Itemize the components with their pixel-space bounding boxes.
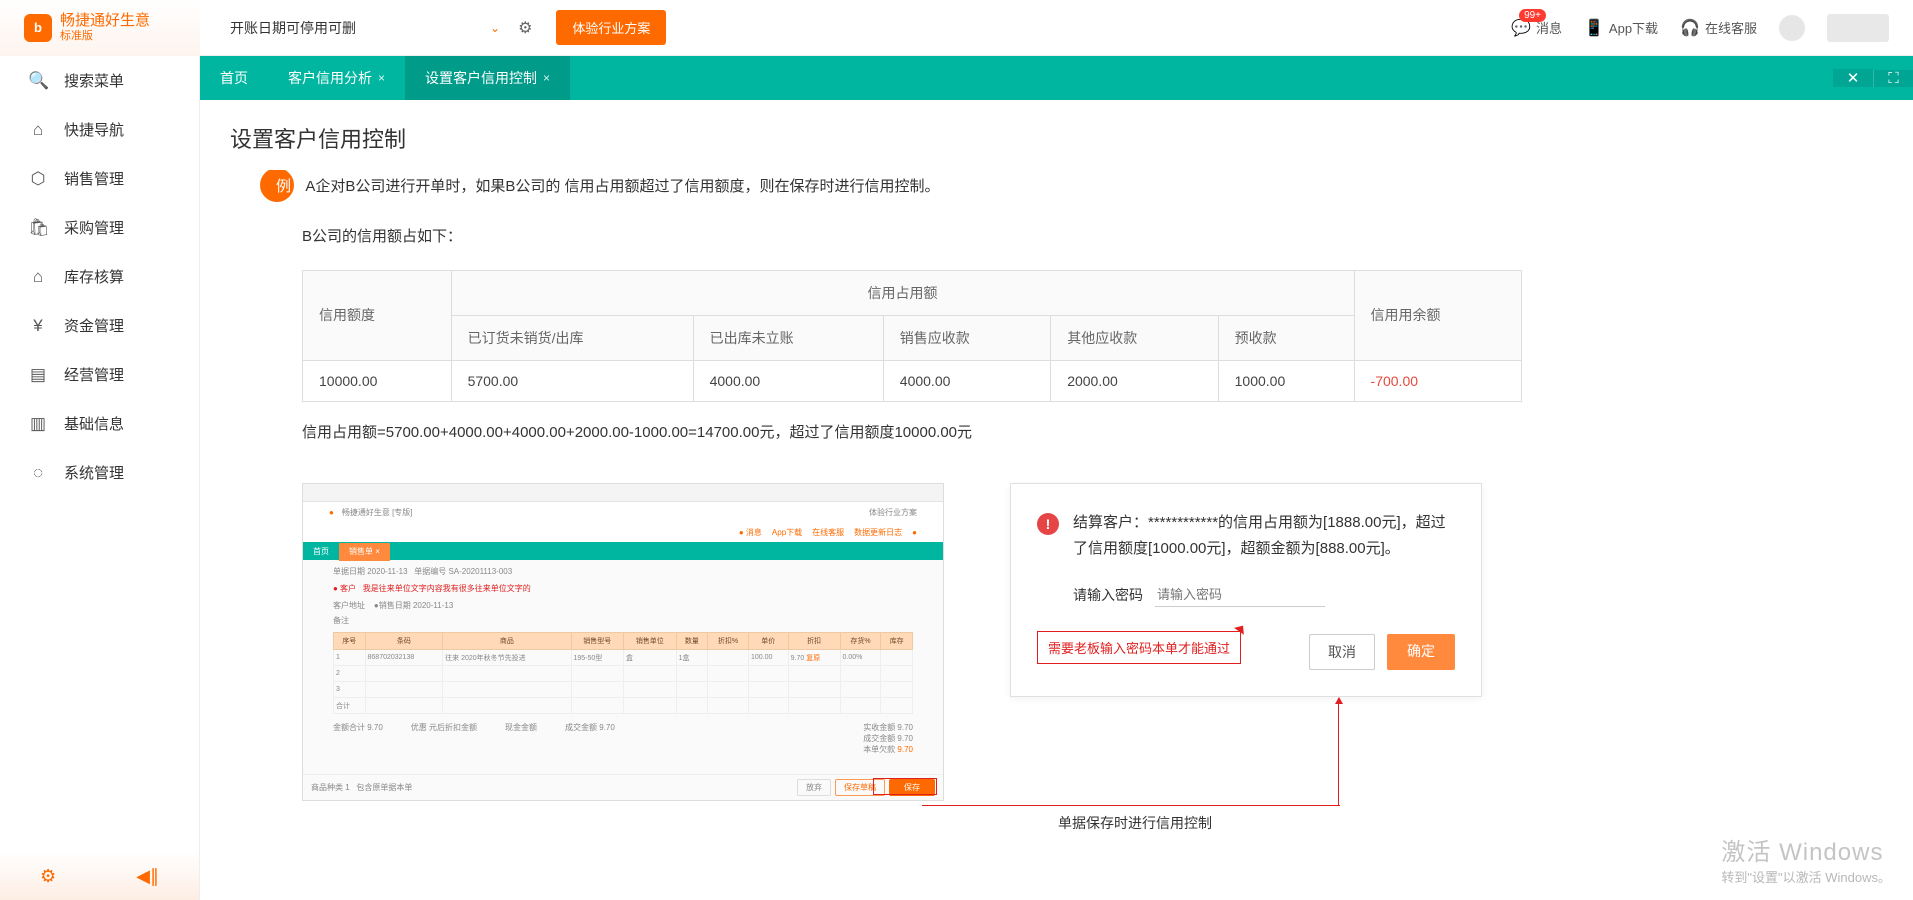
annotation-arrow: [1338, 698, 1339, 806]
table-row: 10000.00 5700.00 4000.00 4000.00 2000.00…: [303, 360, 1522, 401]
sidebar-item-funds[interactable]: ¥资金管理: [0, 301, 199, 350]
sidebar-item-baseinfo[interactable]: ▥基础信息: [0, 399, 199, 448]
th-sub-1: 已订货未销货/出库: [451, 315, 693, 360]
sidebar-item-quicknav[interactable]: ⌂快捷导航: [0, 105, 199, 154]
gear-icon[interactable]: ⚙: [518, 18, 532, 38]
chevron-down-icon: ⌄: [490, 21, 500, 35]
sidebar: 🔍搜索菜单 ⌂快捷导航 ⬡销售管理 🛍采购管理 ⌂库存核算 ¥资金管理 ▤经营管…: [0, 56, 200, 900]
tabs-fullscreen[interactable]: ⛶: [1873, 70, 1913, 87]
cancel-button[interactable]: 取消: [1309, 634, 1375, 670]
sales-icon: ⬡: [28, 169, 48, 189]
sidebar-footer: ⚙ ◀∥: [0, 852, 199, 900]
settings-icon[interactable]: ⚙: [40, 866, 56, 887]
headset-icon: 🎧: [1680, 18, 1700, 38]
th-credit-limit: 信用额度: [303, 270, 452, 360]
example-paragraph: A企对B公司进行开单时，如果B公司的 信用占用额超过了信用额度，则在保存时进行信…: [260, 170, 1869, 204]
th-occupy-group: 信用占用额: [451, 270, 1354, 315]
sidebar-item-search[interactable]: 🔍搜索菜单: [0, 56, 199, 105]
doc-icon: ▤: [28, 365, 48, 385]
dialog-note: 需要老板输入密码本单才能通过: [1037, 631, 1241, 664]
brand-edition: 标准版: [60, 30, 150, 42]
embedded-screenshot: ●畅捷通好生意 [专版] 体验行业方案 ● 消息App下载在线客服数据更新日志●…: [302, 483, 944, 801]
page-title: 设置客户信用控制: [200, 100, 1913, 170]
brand-name: 畅捷通好生意: [60, 13, 150, 30]
windows-activation-watermark: 激活 Windows 转到"设置"以激活 Windows。: [1721, 832, 1891, 886]
th-sub-4: 其他应收款: [1051, 315, 1218, 360]
th-sub-5: 预收款: [1218, 315, 1354, 360]
sidebar-item-system[interactable]: ◌系统管理: [0, 448, 199, 497]
th-balance: 信用用余额: [1354, 270, 1521, 360]
balance-cell: -700.00: [1354, 360, 1521, 401]
ring-icon: ◌: [28, 463, 48, 483]
avatar[interactable]: [1779, 15, 1805, 41]
tab-credit-settings[interactable]: 设置客户信用控制×: [405, 56, 570, 100]
formula-text: 信用占用额=5700.00+4000.00+4000.00+2000.00-10…: [260, 420, 1869, 446]
grid-icon: ▥: [28, 414, 48, 434]
main: 首页 客户信用分析× 设置客户信用控制× ✕ ⛶ 设置客户信用控制 A企对B公司…: [200, 56, 1913, 900]
home-icon: ⌂: [28, 120, 48, 140]
sidebar-item-operation[interactable]: ▤经营管理: [0, 350, 199, 399]
phone-icon: 📱: [1584, 18, 1604, 38]
close-icon[interactable]: ×: [378, 71, 385, 85]
online-service-link[interactable]: 🎧 在线客服: [1680, 18, 1757, 38]
sidebar-item-purchase[interactable]: 🛍采购管理: [0, 203, 199, 252]
brand-icon: b: [24, 14, 52, 42]
org-dropdown[interactable]: 开账日期可停用可删 ⌄: [230, 18, 500, 38]
warning-icon: !: [1037, 513, 1059, 535]
content: A企对B公司进行开单时，如果B公司的 信用占用额超过了信用额度，则在保存时进行信…: [200, 170, 1913, 900]
password-label: 请输入密码: [1073, 585, 1143, 605]
annotation-line: [922, 805, 1340, 806]
top-header: b 畅捷通好生意 标准版 开账日期可停用可删 ⌄ ⚙ 体验行业方案 💬 消息 9…: [0, 0, 1913, 56]
credit-table: 信用额度 信用占用额 信用用余额 已订货未销货/出库 已出库未立账 销售应收款 …: [302, 270, 1522, 402]
example-badge-icon: [260, 170, 294, 202]
bag-icon: 🛍: [28, 218, 48, 238]
tab-home[interactable]: 首页: [200, 56, 268, 100]
user-menu[interactable]: [1827, 14, 1889, 42]
credit-warning-dialog: ! 结算客户：************的信用占用额为[1888.00元]，超过了…: [1010, 483, 1482, 697]
annotation-caption: 单据保存时进行信用控制: [1058, 813, 1212, 833]
org-dropdown-label: 开账日期可停用可删: [230, 18, 356, 38]
sidebar-item-inventory[interactable]: ⌂库存核算: [0, 252, 199, 301]
cta-button[interactable]: 体验行业方案: [556, 10, 666, 45]
messages-link[interactable]: 💬 消息 99+: [1511, 18, 1562, 38]
logo[interactable]: b 畅捷通好生意 标准版: [0, 0, 200, 56]
th-sub-3: 销售应收款: [883, 315, 1050, 360]
sidebar-item-sales[interactable]: ⬡销售管理: [0, 154, 199, 203]
dialog-message: 结算客户：************的信用占用额为[1888.00元]，超过了信用…: [1073, 510, 1455, 561]
th-sub-2: 已出库未立账: [693, 315, 883, 360]
paragraph-2: B公司的信用额占如下：: [260, 224, 1869, 250]
password-input[interactable]: [1155, 583, 1325, 607]
collapse-icon[interactable]: ◀∥: [136, 866, 159, 887]
warehouse-icon: ⌂: [28, 267, 48, 287]
tab-credit-analysis[interactable]: 客户信用分析×: [268, 56, 405, 100]
tabs-close-all[interactable]: ✕: [1833, 69, 1873, 87]
search-icon: 🔍: [28, 71, 48, 91]
app-download-link[interactable]: 📱 App下载: [1584, 18, 1658, 38]
close-icon[interactable]: ×: [543, 71, 550, 85]
tab-bar: 首页 客户信用分析× 设置客户信用控制× ✕ ⛶: [200, 56, 1913, 100]
money-icon: ¥: [28, 316, 48, 336]
illustration-row: ●畅捷通好生意 [专版] 体验行业方案 ● 消息App下载在线客服数据更新日志●…: [302, 483, 1869, 801]
ok-button[interactable]: 确定: [1387, 634, 1455, 670]
messages-badge: 99+: [1519, 9, 1546, 22]
